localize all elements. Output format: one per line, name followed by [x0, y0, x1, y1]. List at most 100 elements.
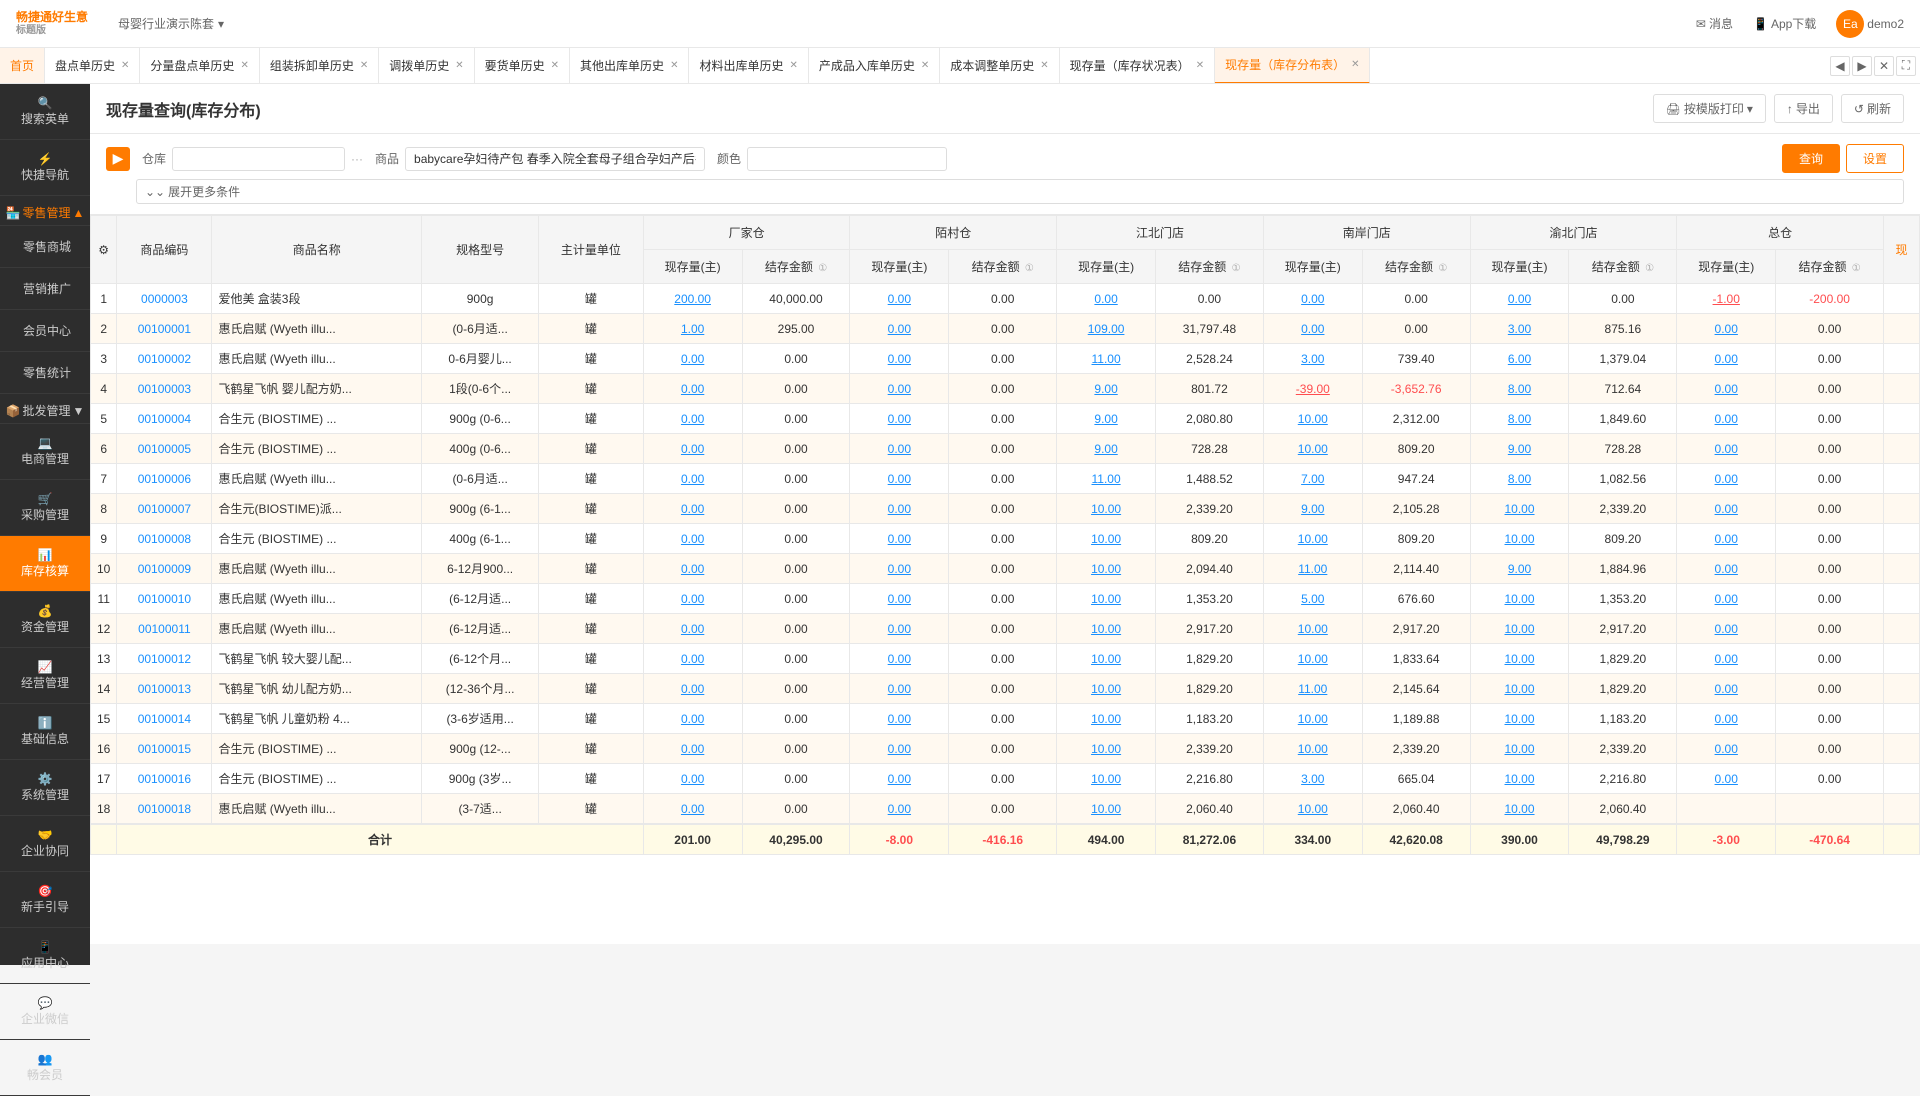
- tab-close-icon[interactable]: ✕: [921, 60, 929, 71]
- sidebar-item-basic[interactable]: ℹ️基础信息: [0, 704, 90, 760]
- mocun-qty[interactable]: 0.00: [850, 284, 949, 314]
- factory-qty[interactable]: 0.00: [643, 764, 742, 794]
- mocun-qty[interactable]: 0.00: [850, 314, 949, 344]
- sidebar-item-vip[interactable]: 👥畅会员: [0, 1040, 90, 1096]
- app-download-btn[interactable]: 📱 App下载: [1753, 15, 1816, 32]
- mocun-qty[interactable]: 0.00: [850, 494, 949, 524]
- nanan-qty[interactable]: 0.00: [1263, 284, 1362, 314]
- tab-t2[interactable]: 分量盘点单历史✕: [140, 48, 259, 84]
- tab-close-icon[interactable]: ✕: [121, 60, 129, 71]
- nanan-qty[interactable]: 0.00: [1263, 314, 1362, 344]
- row-code[interactable]: 00100016: [117, 764, 212, 794]
- nanan-qty[interactable]: 3.00: [1263, 764, 1362, 794]
- nanan-qty[interactable]: 11.00: [1263, 554, 1362, 584]
- yubei-qty[interactable]: 3.00: [1470, 314, 1569, 344]
- tab-maximize-btn[interactable]: ⛶: [1896, 56, 1916, 76]
- jiangbei-qty[interactable]: 10.00: [1057, 554, 1156, 584]
- tab-close-icon[interactable]: ✕: [551, 60, 559, 71]
- factory-qty[interactable]: 0.00: [643, 524, 742, 554]
- tab-home[interactable]: 首页: [0, 48, 45, 84]
- row-code[interactable]: 00100002: [117, 344, 212, 374]
- warehouse-more-btn[interactable]: ···: [351, 152, 363, 166]
- yubei-qty[interactable]: 10.00: [1470, 674, 1569, 704]
- factory-qty[interactable]: 0.00: [643, 584, 742, 614]
- expand-filters-btn[interactable]: ⌄⌄ 展开更多条件: [136, 179, 1904, 204]
- collapse-btn[interactable]: ▶: [106, 147, 130, 171]
- mocun-qty[interactable]: 0.00: [850, 734, 949, 764]
- jiangbei-qty[interactable]: 10.00: [1057, 704, 1156, 734]
- row-code[interactable]: 00100004: [117, 404, 212, 434]
- jiangbei-qty[interactable]: 10.00: [1057, 644, 1156, 674]
- factory-qty[interactable]: 0.00: [643, 344, 742, 374]
- factory-qty[interactable]: 0.00: [643, 704, 742, 734]
- sidebar-item-ecommerce[interactable]: 💻电商管理: [0, 424, 90, 480]
- total-qty[interactable]: 0.00: [1677, 704, 1776, 734]
- tab-t6[interactable]: 其他出库单历史✕: [570, 48, 689, 84]
- sidebar-item-finance[interactable]: 💰资金管理: [0, 592, 90, 648]
- total-qty[interactable]: 0.00: [1677, 464, 1776, 494]
- nanan-qty[interactable]: 10.00: [1263, 404, 1362, 434]
- total-qty[interactable]: 0.00: [1677, 554, 1776, 584]
- tab-close-icon[interactable]: ✕: [670, 60, 678, 71]
- yubei-qty[interactable]: 8.00: [1470, 464, 1569, 494]
- sidebar-section-wholesale[interactable]: 📦批发管理▼: [0, 394, 90, 424]
- jiangbei-qty[interactable]: 10.00: [1057, 764, 1156, 794]
- nanan-qty[interactable]: 10.00: [1263, 614, 1362, 644]
- factory-qty[interactable]: 0.00: [643, 494, 742, 524]
- jiangbei-qty[interactable]: 9.00: [1057, 434, 1156, 464]
- sidebar-item-retail-stat[interactable]: 零售统计: [0, 352, 90, 394]
- tab-t11[interactable]: 现存量（库存分布表）✕: [1215, 48, 1370, 84]
- nanan-qty[interactable]: 11.00: [1263, 674, 1362, 704]
- jiangbei-qty[interactable]: 10.00: [1057, 674, 1156, 704]
- product-input[interactable]: [405, 147, 705, 171]
- nanan-qty[interactable]: -39.00: [1263, 374, 1362, 404]
- yubei-qty[interactable]: 10.00: [1470, 644, 1569, 674]
- tab-t9[interactable]: 成本调整单历史✕: [940, 48, 1059, 84]
- factory-qty[interactable]: 200.00: [643, 284, 742, 314]
- jiangbei-qty[interactable]: 109.00: [1057, 314, 1156, 344]
- tab-close-icon[interactable]: ✕: [789, 60, 797, 71]
- tab-close-icon[interactable]: ✕: [360, 60, 368, 71]
- sidebar-item-search[interactable]: 🔍搜索英单: [0, 84, 90, 140]
- total-qty[interactable]: 0.00: [1677, 404, 1776, 434]
- factory-qty[interactable]: 0.00: [643, 614, 742, 644]
- mocun-qty[interactable]: 0.00: [850, 584, 949, 614]
- row-code[interactable]: 00100005: [117, 434, 212, 464]
- tab-t8[interactable]: 产成品入库单历史✕: [809, 48, 940, 84]
- row-code[interactable]: 0000003: [117, 284, 212, 314]
- mocun-qty[interactable]: 0.00: [850, 614, 949, 644]
- yubei-qty[interactable]: 8.00: [1470, 404, 1569, 434]
- jiangbei-qty[interactable]: 11.00: [1057, 464, 1156, 494]
- total-qty[interactable]: -1.00: [1677, 284, 1776, 314]
- query-btn[interactable]: 查询: [1782, 144, 1840, 173]
- sidebar-item-collab[interactable]: 🤝企业协同: [0, 816, 90, 872]
- tab-t7[interactable]: 材料出库单历史✕: [689, 48, 808, 84]
- total-qty[interactable]: 0.00: [1677, 734, 1776, 764]
- factory-qty[interactable]: 0.00: [643, 644, 742, 674]
- message-btn[interactable]: ✉ 消息: [1696, 15, 1733, 32]
- biz-selector[interactable]: 母婴行业演示陈套 ▾: [118, 15, 224, 32]
- jiangbei-qty[interactable]: 10.00: [1057, 614, 1156, 644]
- total-qty[interactable]: 0.00: [1677, 344, 1776, 374]
- user-area[interactable]: Ea demo2: [1836, 10, 1904, 38]
- mocun-qty[interactable]: 0.00: [850, 434, 949, 464]
- row-code[interactable]: 00100011: [117, 614, 212, 644]
- sidebar-item-management[interactable]: 📈经营管理: [0, 648, 90, 704]
- yubei-qty[interactable]: 10.00: [1470, 704, 1569, 734]
- row-code[interactable]: 00100009: [117, 554, 212, 584]
- factory-qty[interactable]: 0.00: [643, 554, 742, 584]
- row-code[interactable]: 00100007: [117, 494, 212, 524]
- yubei-qty[interactable]: 10.00: [1470, 764, 1569, 794]
- settings-btn[interactable]: 设置: [1846, 144, 1904, 173]
- jiangbei-qty[interactable]: 10.00: [1057, 584, 1156, 614]
- sidebar-item-retail-shop[interactable]: 零售商城: [0, 226, 90, 268]
- nanan-qty[interactable]: 9.00: [1263, 494, 1362, 524]
- row-code[interactable]: 00100003: [117, 374, 212, 404]
- sidebar-item-wechat[interactable]: 💬企业微信: [0, 984, 90, 1040]
- yubei-qty[interactable]: 9.00: [1470, 554, 1569, 584]
- total-qty[interactable]: 0.00: [1677, 674, 1776, 704]
- jiangbei-qty[interactable]: 9.00: [1057, 374, 1156, 404]
- yubei-qty[interactable]: 10.00: [1470, 494, 1569, 524]
- tab-close-icon[interactable]: ✕: [1196, 60, 1204, 71]
- row-code[interactable]: 00100006: [117, 464, 212, 494]
